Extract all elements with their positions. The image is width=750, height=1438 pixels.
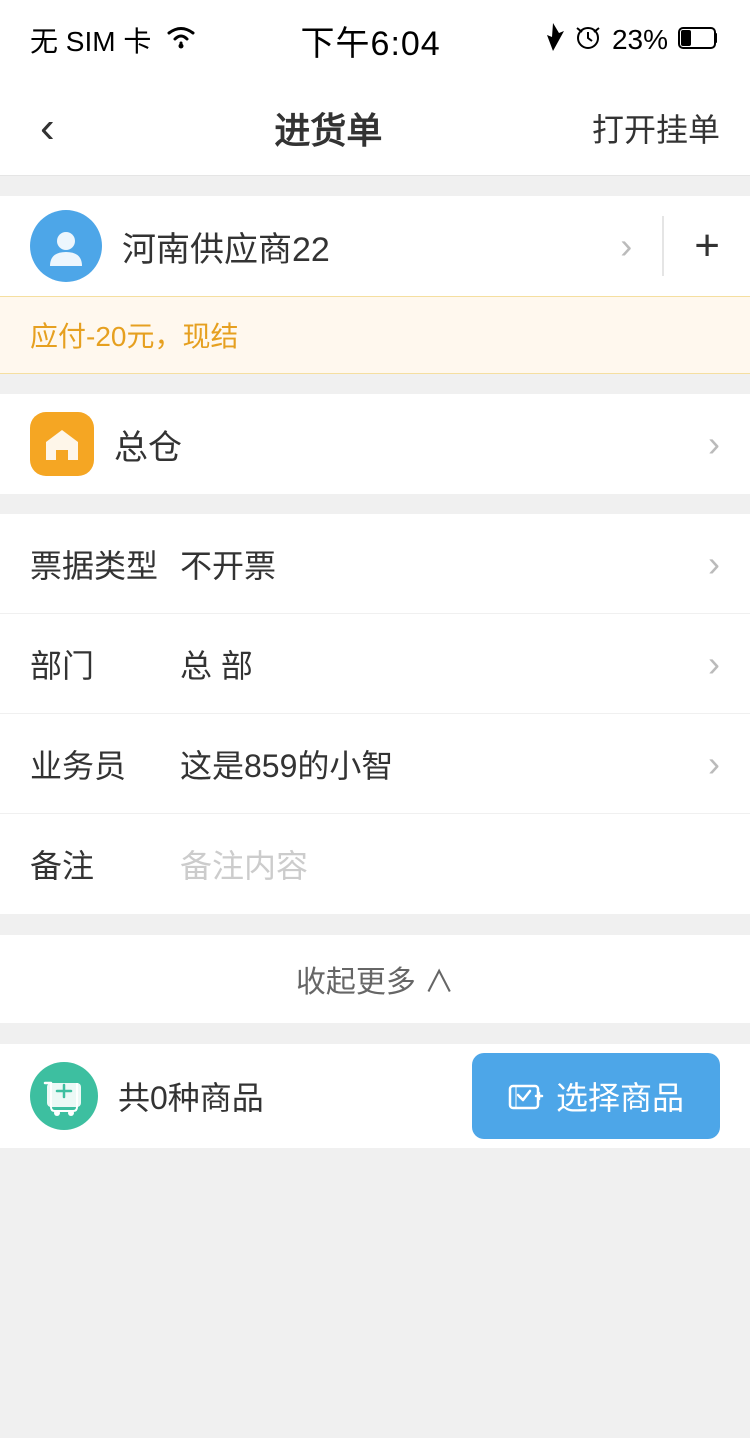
warehouse-icon	[30, 412, 94, 476]
collapse-row[interactable]: 收起更多 ∧	[0, 934, 750, 1024]
salesperson-chevron-icon: ›	[708, 743, 720, 785]
status-bar: 无 SIM 卡 下午6:04 23%	[0, 0, 750, 80]
salesperson-value: 这是859的小智	[170, 741, 708, 787]
invoice-type-row[interactable]: 票据类型 不开票 ›	[0, 514, 750, 614]
battery-icon	[678, 24, 720, 56]
select-goods-label: 选择商品	[556, 1073, 684, 1119]
department-value: 总 部	[170, 641, 708, 687]
wifi-icon	[163, 23, 199, 58]
nav-bar: ‹ 进货单 打开挂单	[0, 80, 750, 176]
section-gap-1	[0, 176, 750, 196]
select-goods-button[interactable]: 选择商品	[472, 1053, 720, 1139]
collapse-label: 收起更多 ∧	[296, 957, 454, 1001]
goods-count-label: 共0种商品	[118, 1073, 472, 1119]
supplier-divider	[662, 216, 664, 276]
supplier-chevron-icon: ›	[620, 225, 632, 267]
remaining-background	[0, 1148, 750, 1438]
carrier-label: 无 SIM 卡	[30, 20, 151, 60]
warehouse-name: 总仓	[114, 420, 708, 469]
supplier-name: 河南供应商22	[122, 222, 620, 271]
department-label: 部门	[30, 641, 170, 687]
remark-input[interactable]: 备注内容	[170, 841, 720, 887]
warehouse-section[interactable]: 总仓 ›	[0, 394, 750, 494]
status-left: 无 SIM 卡	[30, 20, 199, 60]
department-chevron-icon: ›	[708, 643, 720, 685]
warehouse-chevron-icon: ›	[708, 423, 720, 465]
time-display: 下午6:04	[301, 16, 441, 65]
alarm-icon	[574, 23, 602, 58]
invoice-type-value: 不开票	[170, 541, 708, 587]
add-supplier-button[interactable]: +	[694, 221, 720, 271]
open-pending-button[interactable]: 打开挂单	[592, 105, 720, 151]
notice-text: 应付-20元，现结	[30, 321, 238, 352]
remark-label: 备注	[30, 841, 170, 887]
invoice-type-label: 票据类型	[30, 541, 170, 587]
battery-label: 23%	[612, 24, 668, 56]
notice-bar: 应付-20元，现结	[0, 296, 750, 374]
supplier-avatar	[30, 210, 102, 282]
location-icon	[542, 23, 564, 58]
goods-cart-icon	[30, 1062, 98, 1130]
supplier-section[interactable]: 河南供应商22 › +	[0, 196, 750, 296]
salesperson-row[interactable]: 业务员 这是859的小智 ›	[0, 714, 750, 814]
form-section: 票据类型 不开票 › 部门 总 部 › 业务员 这是859的小智 › 备注 备注…	[0, 514, 750, 914]
salesperson-label: 业务员	[30, 741, 170, 787]
department-row[interactable]: 部门 总 部 ›	[0, 614, 750, 714]
remark-row[interactable]: 备注 备注内容	[0, 814, 750, 914]
page-title: 进货单	[65, 102, 592, 154]
back-button[interactable]: ‹	[30, 93, 65, 163]
status-right: 23%	[542, 23, 720, 58]
goods-bar: 共0种商品 选择商品	[0, 1044, 750, 1148]
invoice-type-chevron-icon: ›	[708, 543, 720, 585]
